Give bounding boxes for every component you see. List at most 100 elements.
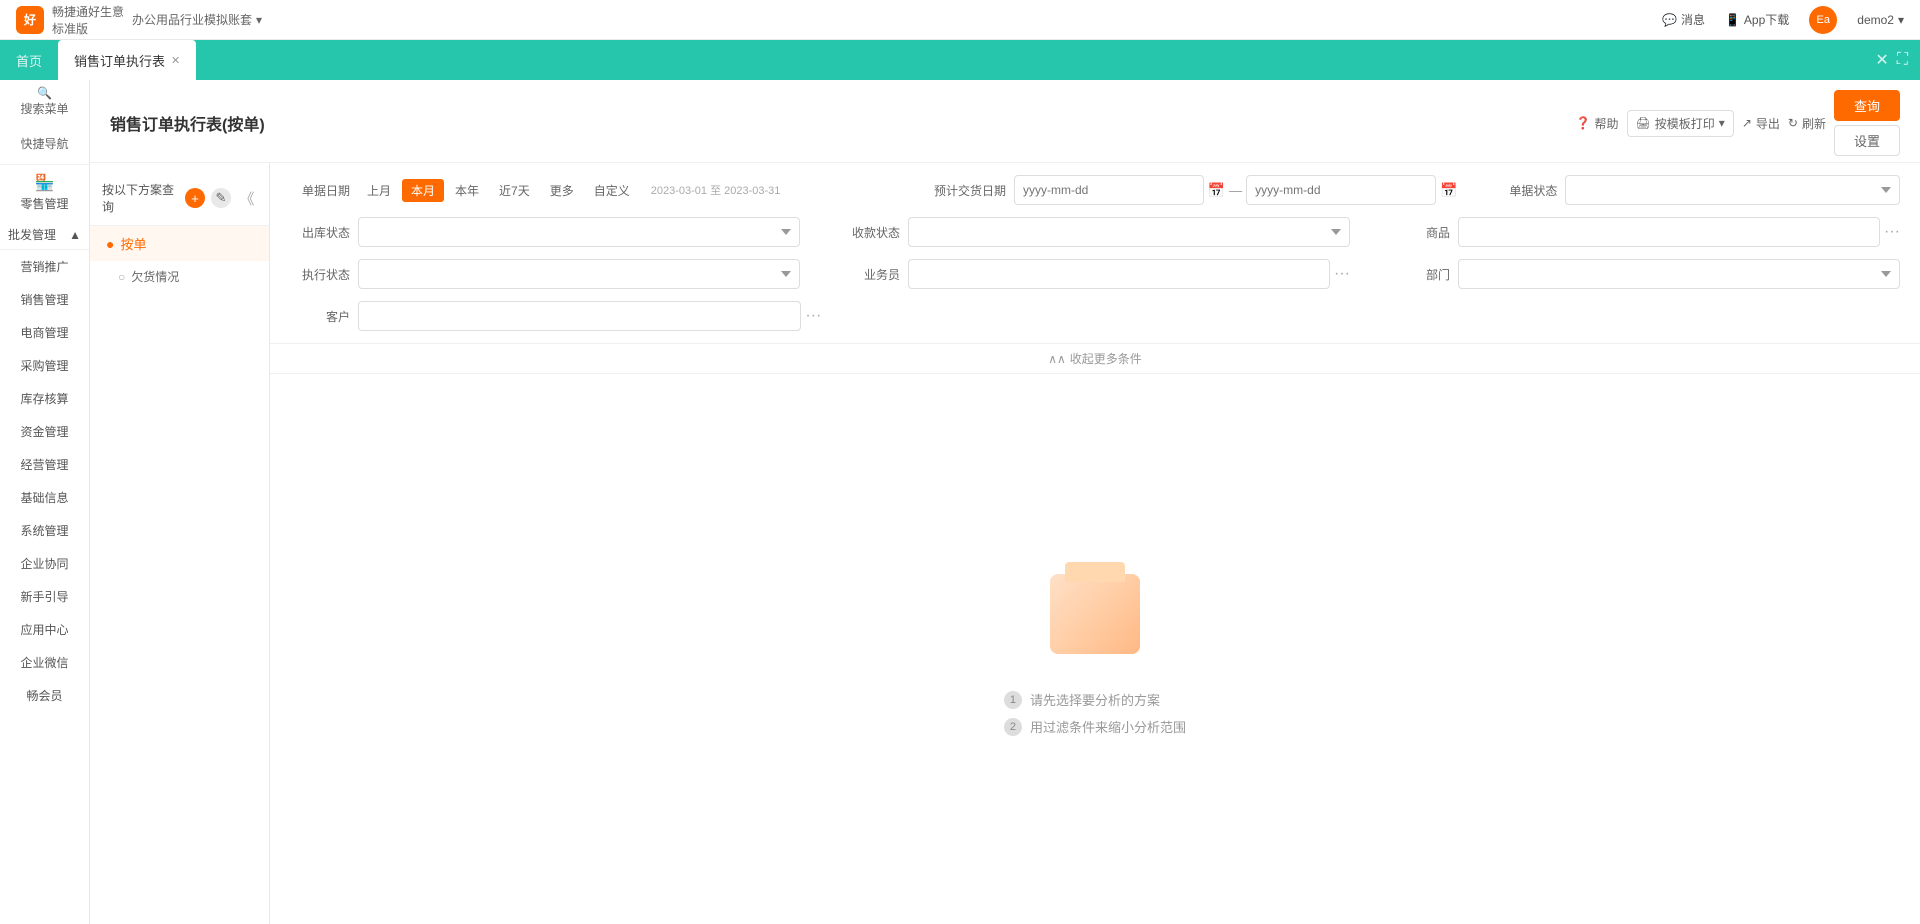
tab-home[interactable]: 首页 — [0, 40, 58, 80]
sidebar-nav-section: 快捷导航 — [0, 123, 89, 165]
sub-item-icon: ○ — [118, 270, 125, 284]
edit-scheme-btn[interactable]: ✎ — [211, 188, 231, 208]
date-tag-last-7-days[interactable]: 近7天 — [490, 179, 539, 202]
sidebar-item-sales[interactable]: 销售管理 — [0, 283, 89, 316]
sidebar-quicknav-btn[interactable]: 快捷导航 — [0, 129, 89, 158]
help-icon: ❓ — [1576, 116, 1591, 130]
delivery-status-select[interactable] — [358, 217, 800, 247]
message-icon: 💬 — [1662, 13, 1677, 27]
delivery-status-label: 出库状态 — [290, 224, 350, 241]
sidebar-item-system[interactable]: 系统管理 — [0, 514, 89, 547]
filter-row-2: 出库状态 收款状态 — [290, 217, 1900, 247]
sidebar-search-btn[interactable]: 🔍 搜索菜单 — [0, 80, 89, 123]
query-button[interactable]: 查询 — [1834, 90, 1900, 121]
left-panel: 按以下方案查询 + ✎ 《 ● 按单 ○ 欠货情况 — [90, 163, 270, 924]
calendar-start-icon[interactable]: 📅 — [1208, 182, 1225, 199]
scheme-by-order[interactable]: ● 按单 — [90, 226, 269, 261]
search-icon: 🔍 — [37, 86, 52, 100]
date-tag-custom[interactable]: 自定义 — [585, 179, 639, 202]
sidebar-item-new-guide[interactable]: 新手引导 — [0, 580, 89, 613]
help-btn[interactable]: ❓ 帮助 — [1576, 115, 1619, 132]
export-btn[interactable]: ↗ 导出 — [1742, 115, 1780, 132]
sidebar-item-finance[interactable]: 资金管理 — [0, 415, 89, 448]
sidebar-item-basic-info[interactable]: 基础信息 — [0, 481, 89, 514]
top-header: 好 畅捷通好生意 标准版 办公用品行业模拟账套 ▾ 💬 消息 📱 App下载 E… — [0, 0, 1920, 40]
sidebar-item-ecommerce[interactable]: 电商管理 — [0, 316, 89, 349]
page-content: 按以下方案查询 + ✎ 《 ● 按单 ○ 欠货情况 — [90, 163, 1920, 924]
expected-delivery-end[interactable] — [1246, 175, 1436, 205]
date-tag-last-month[interactable]: 上月 — [358, 179, 400, 202]
expected-delivery-date-group: 📅 — 📅 — [1014, 175, 1457, 205]
sidebar-item-corp-collab[interactable]: 企业协同 — [0, 547, 89, 580]
tab-sales-order-exec[interactable]: 销售订单执行表 ✕ — [58, 40, 196, 80]
filter-expected-delivery: 预计交货日期 📅 — 📅 — [934, 175, 1457, 205]
date-tag-this-year[interactable]: 本年 — [446, 179, 488, 202]
doc-status-select[interactable] — [1565, 175, 1900, 205]
filter-dept: 部门 — [1390, 259, 1900, 289]
tab-close-all-icon[interactable]: ✕ — [1875, 50, 1888, 70]
export-icon: ↗ — [1742, 116, 1752, 130]
customer-input[interactable] — [358, 301, 801, 331]
date-tag-this-month[interactable]: 本月 — [402, 179, 444, 202]
dept-select[interactable] — [1458, 259, 1900, 289]
tab-bar: 首页 销售订单执行表 ✕ ✕ ⛶ — [0, 40, 1920, 80]
sidebar-item-purchase[interactable]: 采购管理 — [0, 349, 89, 382]
sidebar-item-vip[interactable]: 畅会员 — [0, 679, 89, 712]
filter-exec-status: 执行状态 — [290, 259, 800, 289]
customer-label: 客户 — [290, 308, 350, 325]
expected-delivery-start[interactable] — [1014, 175, 1204, 205]
settings-button[interactable]: 设置 — [1834, 125, 1900, 156]
refresh-btn[interactable]: ↻ 刷新 — [1788, 115, 1826, 132]
tab-bar-actions: ✕ ⛶ — [1875, 50, 1920, 70]
salesperson-input[interactable] — [908, 259, 1330, 289]
collapse-btn[interactable]: ∧∧ 收起更多条件 — [1048, 350, 1142, 367]
sidebar-item-app-center[interactable]: 应用中心 — [0, 613, 89, 646]
exec-status-select[interactable] — [358, 259, 800, 289]
sidebar-item-retail[interactable]: 🏪 零售管理 — [0, 165, 89, 220]
message-btn[interactable]: 💬 消息 — [1662, 11, 1705, 28]
payment-status-select[interactable] — [908, 217, 1350, 247]
sidebar-item-marketing[interactable]: 营销推广 — [0, 250, 89, 283]
app-download-btn[interactable]: 📱 App下载 — [1725, 11, 1789, 28]
sidebar-item-operations[interactable]: 经营管理 — [0, 448, 89, 481]
sidebar-item-wholesale[interactable]: 批发管理 ▲ — [0, 220, 89, 250]
add-scheme-btn[interactable]: + — [185, 188, 205, 208]
calendar-end-icon[interactable]: 📅 — [1440, 182, 1457, 199]
template-print-btn[interactable]: 🖨 按模板打印 ▾ — [1627, 110, 1734, 137]
sidebar-item-corp-wechat[interactable]: 企业微信 — [0, 646, 89, 679]
tab-sales-order-label: 销售订单执行表 — [74, 51, 165, 70]
collapse-bar[interactable]: ∧∧ 收起更多条件 — [270, 344, 1920, 374]
date-tag-more[interactable]: 更多 — [541, 179, 583, 202]
user-avatar[interactable]: Ea — [1809, 6, 1837, 34]
filter-doc-status: 单据状态 — [1497, 175, 1900, 205]
dept-label: 部门 — [1390, 266, 1450, 283]
left-panel-header: 按以下方案查询 + ✎ 《 — [90, 175, 269, 226]
content-area: 销售订单执行表(按单) ❓ 帮助 🖨 按模板打印 ▾ ↗ 导出 ↻ 刷新 — [90, 80, 1920, 924]
header-right: 💬 消息 📱 App下载 Ea demo2 ▾ — [1662, 6, 1904, 34]
hint-item-2: 2 用过滤条件来缩小分析范围 — [1004, 717, 1186, 736]
salesperson-more-icon[interactable]: ··· — [1334, 265, 1350, 283]
collapse-panel-btn[interactable]: 《 — [237, 188, 257, 208]
page-header: 销售订单执行表(按单) ❓ 帮助 🖨 按模板打印 ▾ ↗ 导出 ↻ 刷新 — [90, 80, 1920, 163]
filter-delivery-status: 出库状态 — [290, 217, 800, 247]
sidebar-item-inventory[interactable]: 库存核算 — [0, 382, 89, 415]
filter-customer: 客户 ··· — [290, 301, 821, 331]
user-name[interactable]: demo2 ▾ — [1857, 13, 1904, 27]
customer-more-icon[interactable]: ··· — [805, 307, 821, 325]
filter-row-4: 客户 ··· — [290, 301, 1900, 331]
scheme-active-icon: ● — [106, 236, 114, 252]
print-icon: 🖨 — [1636, 116, 1651, 130]
account-name: 办公用品行业模拟账套 — [132, 11, 252, 28]
date-range-display: 2023-03-01 至 2023-03-31 — [651, 182, 781, 198]
expected-delivery-label: 预计交货日期 — [934, 182, 1006, 199]
goods-more-icon[interactable]: ··· — [1884, 223, 1900, 241]
scheme-owe-goods[interactable]: ○ 欠货情况 — [90, 261, 269, 292]
right-panel: 单据日期 上月 本月 本年 近7天 更多 自定义 2023-03-01 至 20… — [270, 163, 1920, 924]
panel-title: 按以下方案查询 — [102, 181, 179, 215]
account-selector[interactable]: 办公用品行业模拟账套 ▾ — [132, 11, 262, 28]
tab-expand-icon[interactable]: ⛶ — [1897, 51, 1908, 69]
salesperson-label: 业务员 — [840, 266, 900, 283]
goods-input[interactable] — [1458, 217, 1880, 247]
tab-close-icon[interactable]: ✕ — [171, 54, 180, 67]
panel-actions: + ✎ 《 — [185, 188, 257, 208]
